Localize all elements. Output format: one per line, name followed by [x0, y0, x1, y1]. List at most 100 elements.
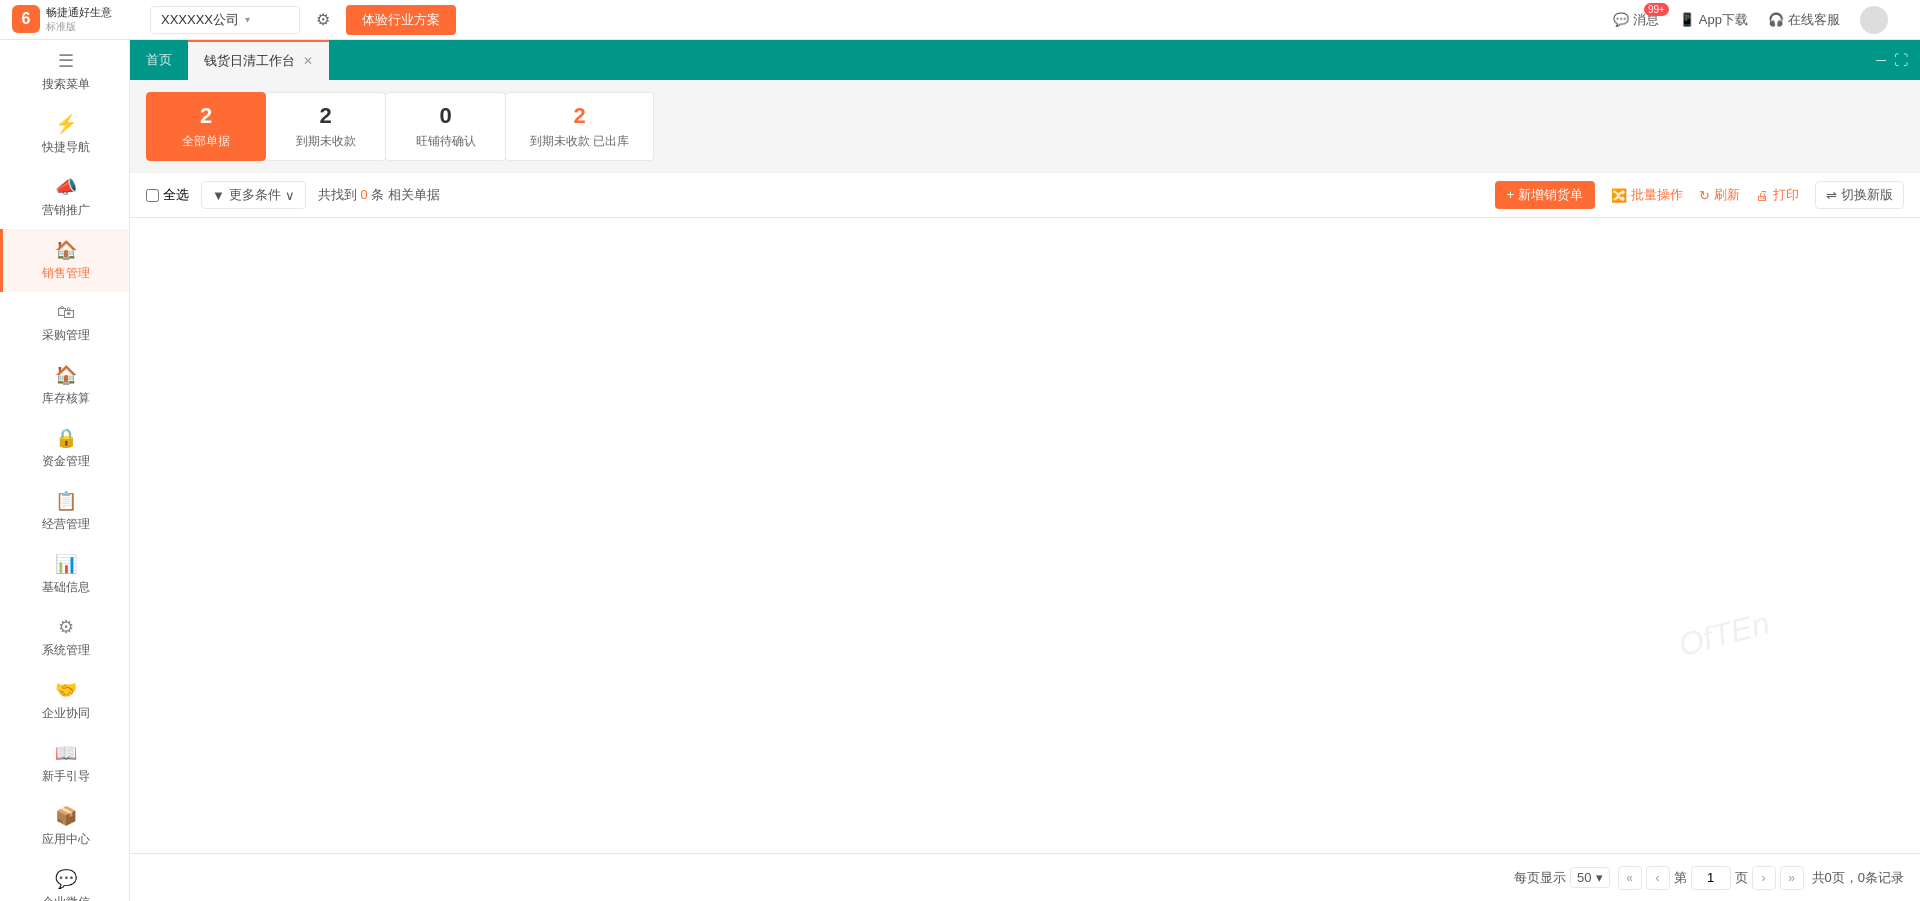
toolbar: 全选 ▼ 更多条件 ∨ 共找到 0 条 相关单据 + 新增销货单 🔀 批量操作: [130, 173, 1920, 218]
top-header: 6 畅捷通好生意 标准版 XXXXXX公司 ▾ ⚙ 体验行业方案 💬 消息 99…: [0, 0, 1920, 40]
online-service-button[interactable]: 🎧 在线客服: [1768, 11, 1840, 29]
found-count: 0: [361, 187, 368, 202]
maximize-icon[interactable]: ⛶: [1894, 52, 1908, 68]
app-download-icon: 📱: [1679, 12, 1695, 27]
found-text: 共找到 0 条 相关单据: [318, 186, 440, 204]
sidebar-label-quick-nav: 快捷导航: [42, 139, 90, 156]
page-size-select-box[interactable]: 50 ▾: [1570, 867, 1609, 888]
sidebar-item-enterprise[interactable]: 🤝 企业协同: [0, 669, 129, 732]
sidebar-item-app-center[interactable]: 📦 应用中心: [0, 795, 129, 858]
switch-version-button[interactable]: ⇌ 切换新版: [1815, 181, 1904, 209]
refresh-button[interactable]: ↻ 刷新: [1699, 186, 1740, 204]
sidebar-item-sales[interactable]: 🏠 销售管理: [0, 229, 129, 292]
filter-icon: ▼: [212, 188, 225, 203]
sidebar-item-marketing[interactable]: 📣 营销推广: [0, 166, 129, 229]
tab-home[interactable]: 首页: [130, 40, 188, 80]
prev-page-button[interactable]: ‹: [1646, 866, 1670, 890]
avatar[interactable]: [1860, 6, 1888, 34]
sidebar-item-wechat[interactable]: 💬 企业微信: [0, 858, 129, 901]
message-badge: 99+: [1644, 3, 1669, 16]
sidebar-item-search[interactable]: ☰ 搜索菜单: [0, 40, 129, 103]
sidebar-item-purchase[interactable]: 🛍 采购管理: [0, 292, 129, 354]
sidebar-label-inventory: 库存核算: [42, 390, 90, 407]
stat-number-all: 2: [171, 103, 241, 129]
add-sale-button[interactable]: + 新增销货单: [1495, 181, 1595, 209]
stat-label-shipped: 到期未收款 已出库: [530, 133, 629, 150]
last-page-button[interactable]: »: [1780, 866, 1804, 890]
filter-chevron-icon: ∨: [285, 188, 295, 203]
switch-icon: ⇌: [1826, 188, 1837, 203]
stat-number-shipped: 2: [530, 103, 629, 129]
purchase-icon: 🛍: [57, 302, 75, 323]
sidebar-label-wechat: 企业微信: [42, 894, 90, 901]
finance-icon: 🔒: [55, 427, 77, 449]
sidebar-item-base-info[interactable]: 📊 基础信息: [0, 543, 129, 606]
sidebar-label-search: 搜索菜单: [42, 76, 90, 93]
stat-number-overdue: 2: [290, 103, 361, 129]
minimize-icon[interactable]: ─: [1876, 52, 1886, 68]
sidebar-item-guide[interactable]: 📖 新手引导: [0, 732, 129, 795]
print-label: 打印: [1773, 186, 1799, 204]
trial-button[interactable]: 体验行业方案: [346, 5, 456, 35]
sidebar-item-finance[interactable]: 🔒 资金管理: [0, 417, 129, 480]
page-size-selector: 每页显示 50 ▾: [1514, 867, 1609, 888]
sidebar-item-quick-nav[interactable]: ⚡ 快捷导航: [0, 103, 129, 166]
stat-card-shipped[interactable]: 2 到期未收款 已出库: [506, 92, 654, 161]
quick-nav-icon: ⚡: [55, 113, 77, 135]
app-download-button[interactable]: 📱 App下载: [1679, 11, 1748, 29]
page-total: 共0页，0条记录: [1812, 869, 1904, 887]
logo-text: 畅捷通好生意: [46, 5, 112, 19]
page-number-input[interactable]: [1691, 866, 1731, 890]
guide-icon: 📖: [55, 742, 77, 764]
gear-button[interactable]: ⚙: [308, 5, 338, 35]
stat-card-all[interactable]: 2 全部单据: [146, 92, 266, 161]
table-area: OfTEn: [130, 218, 1920, 853]
stat-label-overdue: 到期未收款: [290, 133, 361, 150]
logo-sub: 标准版: [46, 20, 112, 34]
company-selector[interactable]: XXXXXX公司 ▾: [150, 6, 300, 34]
message-icon: 💬: [1613, 12, 1629, 27]
company-name: XXXXXX公司: [161, 11, 239, 29]
main-content: 首页 钱货日清工作台 ✕ ─ ⛶ 2 全部单据 2 到期未收款: [130, 40, 1920, 901]
select-all-label: 全选: [163, 186, 189, 204]
batch-button[interactable]: 🔀 批量操作: [1611, 186, 1683, 204]
sidebar-label-app-center: 应用中心: [42, 831, 90, 848]
refresh-label: 刷新: [1714, 186, 1740, 204]
sidebar-label-operations: 经营管理: [42, 516, 90, 533]
logo-area: 6 畅捷通好生意 标准版: [12, 5, 142, 33]
page-size-value: 50: [1577, 870, 1591, 885]
sidebar-item-operations[interactable]: 📋 经营管理: [0, 480, 129, 543]
first-page-button[interactable]: «: [1618, 866, 1642, 890]
page-size-label: 每页显示: [1514, 869, 1566, 887]
marketing-icon: 📣: [55, 176, 77, 198]
wechat-icon: 💬: [55, 868, 77, 890]
page-navigation: « ‹ 第 页 › »: [1618, 866, 1804, 890]
print-button[interactable]: 🖨 打印: [1756, 186, 1799, 204]
base-info-icon: 📊: [55, 553, 77, 575]
stat-label-pending: 旺铺待确认: [410, 133, 481, 150]
message-button[interactable]: 💬 消息 99+: [1613, 11, 1659, 29]
stat-card-overdue[interactable]: 2 到期未收款: [266, 92, 386, 161]
batch-label: 批量操作: [1631, 186, 1683, 204]
next-page-button[interactable]: ›: [1752, 866, 1776, 890]
active-tab-label: 钱货日清工作台: [204, 52, 295, 70]
watermark: OfTEn: [1674, 605, 1773, 665]
app-download-label: App下载: [1699, 11, 1748, 29]
sidebar-label-base-info: 基础信息: [42, 579, 90, 596]
select-all-input[interactable]: [146, 189, 159, 202]
layout: ☰ 搜索菜单 ⚡ 快捷导航 📣 营销推广 🏠 销售管理 🛍 采购管理 🏠 库存核…: [0, 40, 1920, 901]
batch-icon: 🔀: [1611, 188, 1627, 203]
stat-number-pending: 0: [410, 103, 481, 129]
filter-button[interactable]: ▼ 更多条件 ∨: [201, 181, 306, 209]
sidebar-item-inventory[interactable]: 🏠 库存核算: [0, 354, 129, 417]
tab-close-button[interactable]: ✕: [303, 54, 313, 68]
switch-label: 切换新版: [1841, 186, 1893, 204]
tab-bar: 首页 钱货日清工作台 ✕ ─ ⛶: [130, 40, 1920, 80]
sidebar-label-sales: 销售管理: [42, 265, 90, 282]
sidebar-item-system[interactable]: ⚙ 系统管理: [0, 606, 129, 669]
stat-card-pending[interactable]: 0 旺铺待确认: [386, 92, 506, 161]
tab-active[interactable]: 钱货日清工作台 ✕: [188, 40, 329, 80]
sidebar-label-enterprise: 企业协同: [42, 705, 90, 722]
select-all-checkbox[interactable]: 全选: [146, 186, 189, 204]
header-right: 💬 消息 99+ 📱 App下载 🎧 在线客服: [1613, 6, 1908, 34]
